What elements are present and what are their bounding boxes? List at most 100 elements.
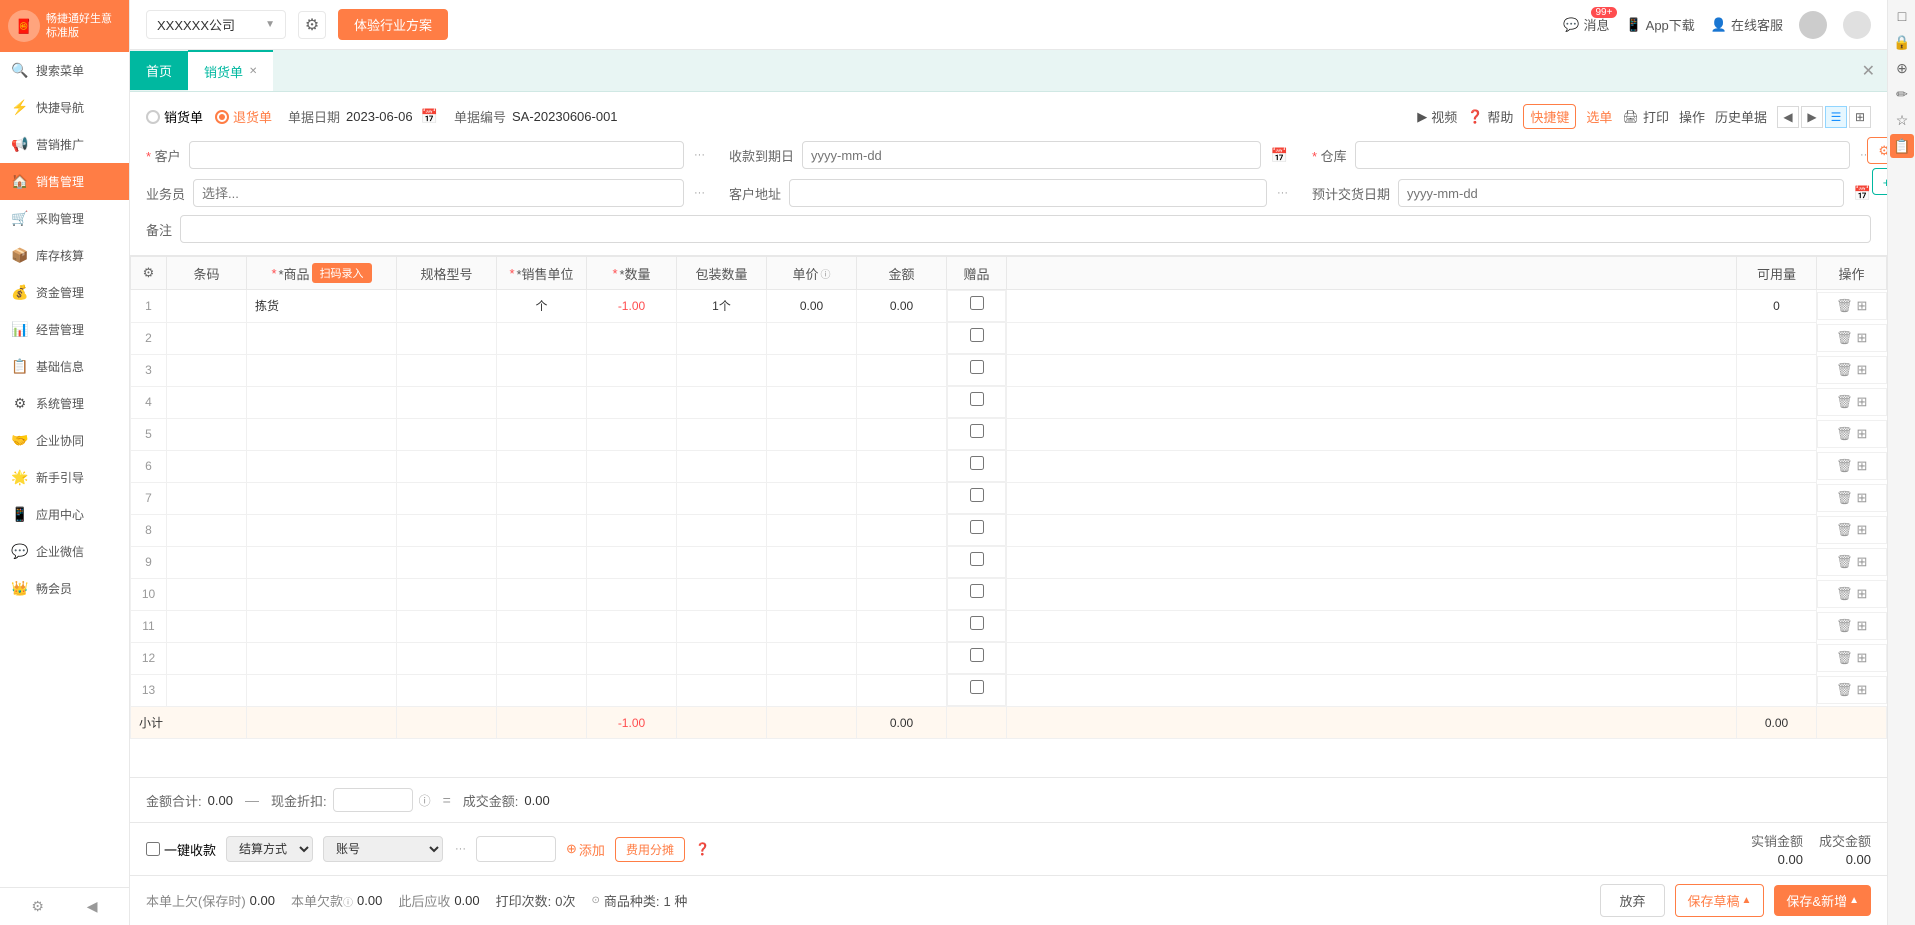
delete-icon-5[interactable]: 🗑 [1836, 426, 1853, 442]
expense-button[interactable]: 费用分摊 [615, 837, 685, 862]
delete-icon-4[interactable]: 🗑 [1836, 394, 1853, 410]
cell-gift-4[interactable] [947, 386, 1006, 418]
cell-pack-qty-6[interactable] [677, 450, 767, 482]
th-settings[interactable]: ⚙ [131, 257, 167, 290]
cell-unit-13[interactable] [497, 674, 587, 707]
cell-notes-8[interactable] [1007, 514, 1737, 546]
video-btn[interactable]: ▶ 视频 [1417, 107, 1457, 126]
cell-amount-10[interactable] [857, 578, 947, 610]
cell-pack-qty-8[interactable] [677, 514, 767, 546]
gift-checkbox-4[interactable] [970, 392, 984, 406]
cell-available-2[interactable] [1737, 322, 1817, 354]
cell-price-11[interactable] [767, 610, 857, 642]
cell-spec-12[interactable] [397, 642, 497, 674]
company-selector[interactable]: XXXXXX公司 ▼ [146, 10, 286, 39]
gift-checkbox-1[interactable] [970, 296, 984, 310]
header-settings-btn[interactable]: ⚙ [298, 11, 326, 39]
cell-unit-8[interactable] [497, 514, 587, 546]
address-more-icon[interactable]: ··· [1277, 187, 1288, 199]
copy-icon-7[interactable]: ⊞ [1857, 490, 1868, 506]
sidebar-item-app-center[interactable]: 📱 应用中心 [0, 496, 129, 533]
copy-icon-6[interactable]: ⊞ [1857, 458, 1868, 474]
payment-date-input[interactable] [802, 141, 1261, 169]
cell-available-13[interactable] [1737, 674, 1817, 707]
delete-icon-7[interactable]: 🗑 [1836, 490, 1853, 506]
delete-icon-9[interactable]: 🗑 [1836, 554, 1853, 570]
delete-icon-10[interactable]: 🗑 [1836, 586, 1853, 602]
cell-product-8[interactable] [247, 514, 397, 546]
delete-icon-6[interactable]: 🗑 [1836, 458, 1853, 474]
cell-amount-4[interactable] [857, 386, 947, 418]
amount-input[interactable] [476, 836, 556, 862]
sidebar-settings-btn[interactable]: ⚙ [31, 898, 44, 915]
cell-barcode-4[interactable] [167, 386, 247, 418]
cell-amount-2[interactable] [857, 322, 947, 354]
cell-notes-9[interactable] [1007, 546, 1737, 578]
cell-notes-13[interactable] [1007, 674, 1737, 707]
copy-icon-2[interactable]: ⊞ [1857, 330, 1868, 346]
copy-icon-11[interactable]: ⊞ [1857, 618, 1868, 634]
cell-unit-10[interactable] [497, 578, 587, 610]
date-calendar-icon[interactable]: 📅 [421, 108, 438, 125]
cell-amount-6[interactable] [857, 450, 947, 482]
cell-amount-13[interactable] [857, 674, 947, 707]
choose-btn[interactable]: 选单 [1586, 107, 1612, 126]
cell-spec-3[interactable] [397, 354, 497, 386]
gift-checkbox-11[interactable] [970, 616, 984, 630]
app-download-btn[interactable]: 📱 App下载 [1625, 15, 1694, 34]
gift-checkbox-12[interactable] [970, 648, 984, 662]
gift-checkbox-6[interactable] [970, 456, 984, 470]
cell-pack-qty-9[interactable] [677, 546, 767, 578]
cell-gift-10[interactable] [947, 578, 1006, 610]
sidebar-item-finance[interactable]: 💰 资金管理 [0, 274, 129, 311]
trial-button[interactable]: 体验行业方案 [338, 9, 448, 40]
cell-gift-5[interactable] [947, 418, 1006, 450]
cell-price-4[interactable] [767, 386, 857, 418]
cell-price-13[interactable] [767, 674, 857, 707]
cell-gift-3[interactable] [947, 354, 1006, 386]
cell-unit-5[interactable] [497, 418, 587, 450]
cell-available-1[interactable]: 0 [1737, 290, 1817, 323]
copy-icon-5[interactable]: ⊞ [1857, 426, 1868, 442]
cell-product-3[interactable] [247, 354, 397, 386]
sidebar-item-operations[interactable]: 📊 经营管理 [0, 311, 129, 348]
cell-barcode-1[interactable] [167, 290, 247, 323]
cell-unit-6[interactable] [497, 450, 587, 482]
sidebar-item-quick-nav[interactable]: ⚡ 快捷导航 [0, 89, 129, 126]
cell-product-2[interactable] [247, 322, 397, 354]
settlement-method-select[interactable]: 结算方式 [226, 836, 313, 862]
cell-notes-11[interactable] [1007, 610, 1737, 642]
cell-available-10[interactable] [1737, 578, 1817, 610]
add-payment-btn[interactable]: ⊕ 添加 [566, 840, 605, 859]
gift-checkbox-3[interactable] [970, 360, 984, 374]
cell-spec-10[interactable] [397, 578, 497, 610]
table-settings-icon[interactable]: ⚙ [143, 265, 155, 280]
cell-notes-5[interactable] [1007, 418, 1737, 450]
cell-amount-1[interactable]: 0.00 [857, 290, 947, 323]
copy-icon-3[interactable]: ⊞ [1857, 362, 1868, 378]
cell-amount-11[interactable] [857, 610, 947, 642]
cell-quantity-4[interactable] [587, 386, 677, 418]
radio-sales-order[interactable]: 销货单 [146, 107, 203, 126]
gift-checkbox-10[interactable] [970, 584, 984, 598]
save-draft-button[interactable]: 保存草稿 ▲ [1675, 884, 1765, 917]
cell-spec-8[interactable] [397, 514, 497, 546]
delete-icon-13[interactable]: 🗑 [1836, 682, 1853, 698]
cell-product-12[interactable] [247, 642, 397, 674]
print-btn[interactable]: 🖨 打印 [1622, 107, 1669, 126]
sidebar-item-inventory[interactable]: 📦 库存核算 [0, 237, 129, 274]
cell-gift-7[interactable] [947, 482, 1006, 514]
cell-spec-7[interactable] [397, 482, 497, 514]
cell-amount-3[interactable] [857, 354, 947, 386]
copy-icon-8[interactable]: ⊞ [1857, 522, 1868, 538]
cell-pack-qty-13[interactable] [677, 674, 767, 707]
cell-spec-11[interactable] [397, 610, 497, 642]
cell-spec-4[interactable] [397, 386, 497, 418]
cell-gift-11[interactable] [947, 610, 1006, 642]
gift-checkbox-2[interactable] [970, 328, 984, 342]
cell-pack-qty-7[interactable] [677, 482, 767, 514]
cell-spec-6[interactable] [397, 450, 497, 482]
view-btn-list[interactable]: ☰ [1825, 106, 1847, 128]
cell-notes-6[interactable] [1007, 450, 1737, 482]
operation-btn[interactable]: 操作 [1679, 107, 1705, 126]
